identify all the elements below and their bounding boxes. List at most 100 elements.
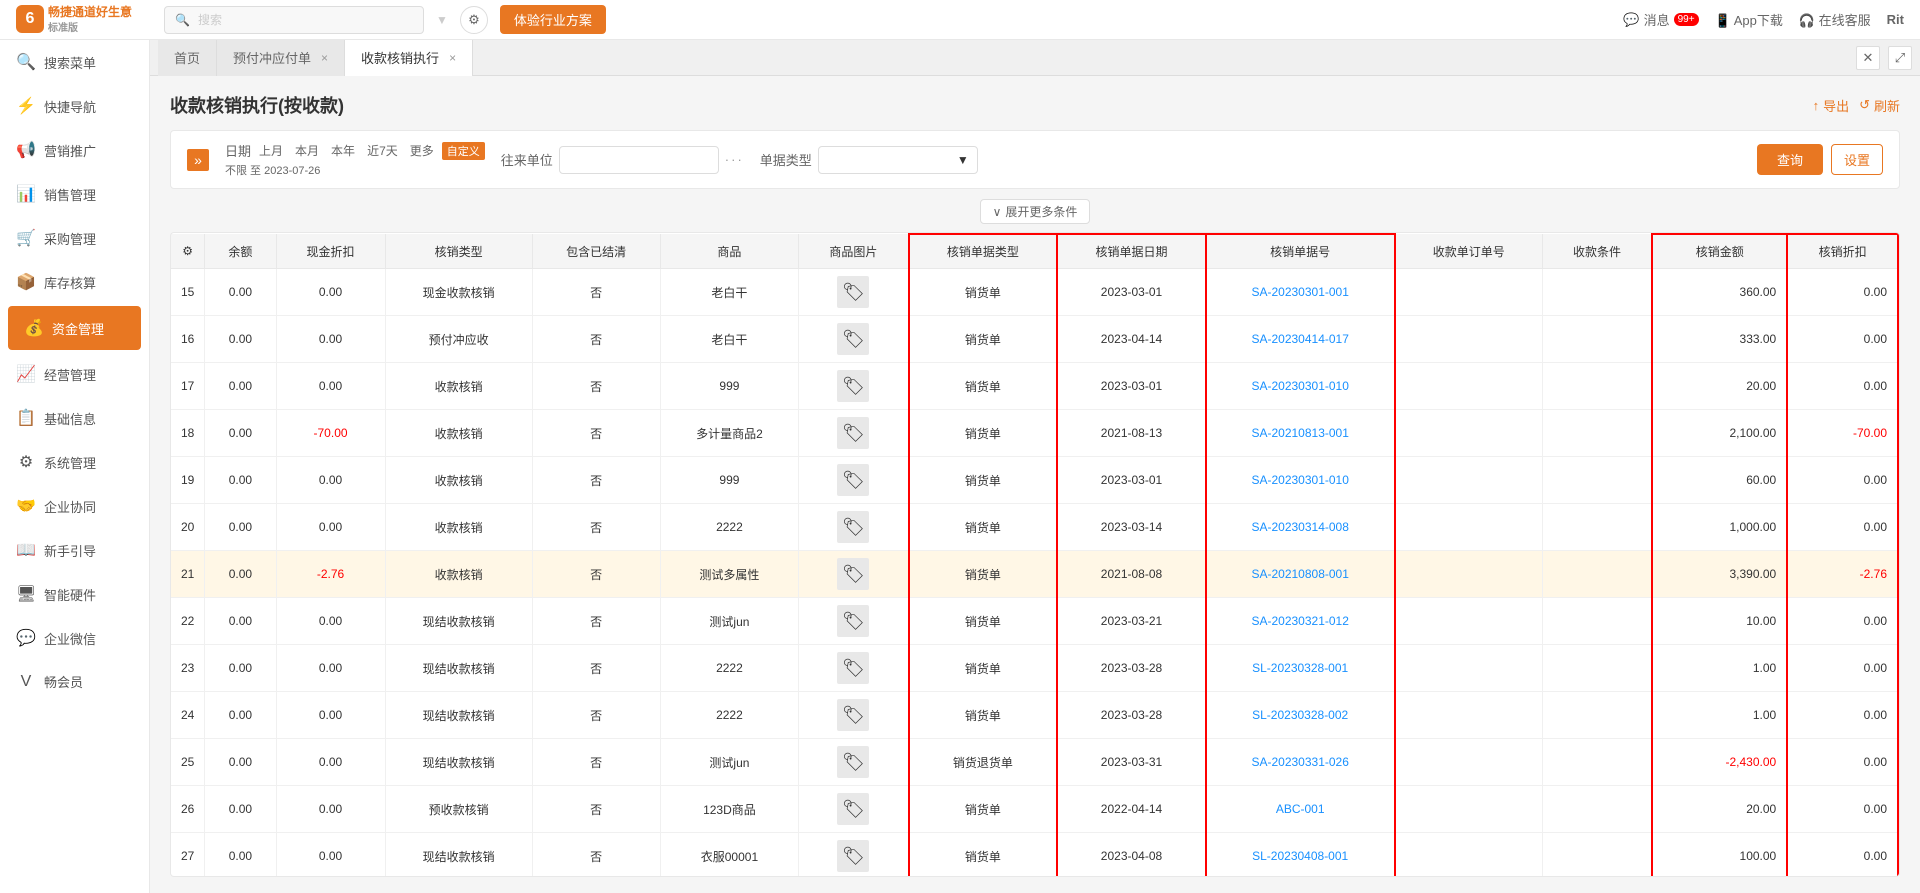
doc-no-link[interactable]: SA-20230301-010	[1251, 379, 1348, 393]
table-row[interactable]: 23 0.00 0.00 现结收款核销 否 2222 🏷 销货单 2023-03…	[171, 645, 1898, 692]
filter-7days[interactable]: 近7天	[363, 141, 402, 160]
table-row[interactable]: 16 0.00 0.00 预付冲应收 否 老白干 🏷 销货单 2023-04-1…	[171, 316, 1898, 363]
query-button[interactable]: 查询	[1757, 144, 1823, 175]
cell-balance: 0.00	[205, 598, 276, 645]
sidebar-item-销售管理[interactable]: 📊销售管理	[0, 172, 149, 216]
tab-verify[interactable]: 收款核销执行 ×	[345, 40, 473, 76]
user-name[interactable]: Rit	[1887, 12, 1904, 27]
cell-doc-no[interactable]: SL-20230328-002	[1206, 692, 1395, 739]
tab-close-all[interactable]: ✕	[1856, 46, 1880, 70]
cell-doc-no[interactable]: SL-20230408-001	[1206, 833, 1395, 878]
cell-receipt-cond	[1542, 269, 1652, 316]
export-button[interactable]: ↑ 导出	[1813, 96, 1850, 115]
cell-doc-no[interactable]: SA-20230414-017	[1206, 316, 1395, 363]
prepayment-tab-close[interactable]: ×	[321, 51, 328, 65]
sidebar-item-系统管理[interactable]: ⚙系统管理	[0, 440, 149, 484]
table-row[interactable]: 20 0.00 0.00 收款核销 否 2222 🏷 销货单 2023-03-1…	[171, 504, 1898, 551]
cell-doc-no[interactable]: SA-20210813-001	[1206, 410, 1395, 457]
doc-no-link[interactable]: SA-20230414-017	[1251, 332, 1348, 346]
phone-icon: 📱	[1715, 13, 1731, 28]
table-row[interactable]: 21 0.00 -2.76 收款核销 否 测试多属性 🏷 销货单 2021-08…	[171, 551, 1898, 598]
sidebar-item-搜索菜单[interactable]: 🔍搜索菜单	[0, 40, 149, 84]
doc-no-link[interactable]: SA-20230331-026	[1251, 755, 1348, 769]
table-container[interactable]: ⚙ 余额 现金折扣 核销类型 包含已结清 商品 商品图片 核销单据类型 核销单据…	[170, 232, 1900, 877]
table-row[interactable]: 15 0.00 0.00 现金收款核销 否 老白干 🏷 销货单 2023-03-…	[171, 269, 1898, 316]
cell-no: 24	[171, 692, 205, 739]
refresh-button[interactable]: ↺ 刷新	[1859, 96, 1900, 115]
sidebar-item-营销推广[interactable]: 📢营销推广	[0, 128, 149, 172]
cell-doc-no[interactable]: SL-20230328-001	[1206, 645, 1395, 692]
table-row[interactable]: 18 0.00 -70.00 收款核销 否 多计量商品2 🏷 销货单 2021-…	[171, 410, 1898, 457]
settings-icon[interactable]: ⚙	[460, 6, 488, 34]
tab-prepayment[interactable]: 预付冲应付单 ×	[217, 40, 345, 76]
home-tab-label: 首页	[174, 48, 200, 67]
doc-no-link[interactable]: SA-20230314-008	[1251, 520, 1348, 534]
partner-input[interactable]	[559, 146, 719, 174]
order-type-select[interactable]: ▼	[818, 146, 978, 174]
app-download[interactable]: 📱 App下载	[1715, 10, 1783, 29]
sidebar-item-新手引导[interactable]: 📖新手引导	[0, 528, 149, 572]
cell-receipt-cond	[1542, 786, 1652, 833]
cell-doc-no[interactable]: SA-20230301-010	[1206, 363, 1395, 410]
app-logo: 6 畅捷通道好生意 标准版	[16, 5, 132, 34]
sidebar-item-畅会员[interactable]: V畅会员	[0, 660, 149, 703]
doc-no-link[interactable]: SL-20230328-001	[1252, 661, 1348, 675]
verify-tab-close[interactable]: ×	[449, 51, 456, 65]
doc-no-link[interactable]: SL-20230328-002	[1252, 708, 1348, 722]
cell-balance: 0.00	[205, 504, 276, 551]
table-row[interactable]: 25 0.00 0.00 现结收款核销 否 测试jun 🏷 销货退货单 2023…	[171, 739, 1898, 786]
sidebar-item-经营管理[interactable]: 📈经营管理	[0, 352, 149, 396]
cell-doc-no[interactable]: SA-20230301-001	[1206, 269, 1395, 316]
notification-area[interactable]: 💬 消息 99+	[1623, 10, 1698, 29]
sidebar-label: 新手引导	[44, 541, 96, 560]
order-type-label: 单据类型	[760, 150, 812, 169]
filter-this-month[interactable]: 本月	[291, 141, 323, 160]
expand-more-button[interactable]: ∨ 展开更多条件	[980, 199, 1091, 224]
cell-cash-discount: 0.00	[276, 598, 385, 645]
filter-this-year[interactable]: 本年	[327, 141, 359, 160]
doc-no-link[interactable]: SL-20230408-001	[1252, 849, 1348, 863]
sidebar-label: 采购管理	[44, 229, 96, 248]
table-row[interactable]: 22 0.00 0.00 现结收款核销 否 测试jun 🏷 销货单 2023-0…	[171, 598, 1898, 645]
doc-no-link[interactable]: SA-20230301-001	[1251, 285, 1348, 299]
cell-cash-discount: 0.00	[276, 504, 385, 551]
solution-button[interactable]: 体验行业方案	[500, 5, 606, 34]
sidebar-item-采购管理[interactable]: 🛒采购管理	[0, 216, 149, 260]
online-service[interactable]: 🎧 在线客服	[1799, 10, 1871, 29]
table-row[interactable]: 24 0.00 0.00 现结收款核销 否 2222 🏷 销货单 2023-03…	[171, 692, 1898, 739]
filter-last-month[interactable]: 上月	[255, 141, 287, 160]
filter-expand-button[interactable]: »	[187, 149, 209, 171]
doc-no-link[interactable]: SA-20230301-010	[1251, 473, 1348, 487]
filter-custom[interactable]: 自定义	[442, 142, 485, 160]
cell-doc-no[interactable]: SA-20230321-012	[1206, 598, 1395, 645]
sidebar-item-智能硬件[interactable]: 🖥智能硬件	[0, 572, 149, 616]
cell-doc-no[interactable]: SA-20230314-008	[1206, 504, 1395, 551]
sidebar-item-资金管理[interactable]: 💰资金管理	[8, 306, 141, 350]
cell-doc-no[interactable]: SA-20230331-026	[1206, 739, 1395, 786]
doc-no-link[interactable]: SA-20210808-001	[1251, 567, 1348, 581]
dropdown-trigger[interactable]: ▼	[436, 13, 448, 27]
sidebar-item-快捷导航[interactable]: ⚡快捷导航	[0, 84, 149, 128]
cell-doc-no[interactable]: SA-20230301-010	[1206, 457, 1395, 504]
sidebar-item-基础信息[interactable]: 📋基础信息	[0, 396, 149, 440]
table-row[interactable]: 26 0.00 0.00 预收款核销 否 123D商品 🏷 销货单 2022-0…	[171, 786, 1898, 833]
doc-no-link[interactable]: SA-20230321-012	[1251, 614, 1348, 628]
tab-home[interactable]: 首页	[158, 40, 217, 76]
sidebar-item-企业协同[interactable]: 🤝企业协同	[0, 484, 149, 528]
sidebar-item-库存核算[interactable]: 📦库存核算	[0, 260, 149, 304]
filter-more[interactable]: 更多	[406, 141, 438, 160]
doc-no-link[interactable]: SA-20210813-001	[1251, 426, 1348, 440]
cell-receipt-cond	[1542, 692, 1652, 739]
tab-expand[interactable]: ⤢	[1888, 46, 1912, 70]
cell-doc-date: 2023-03-01	[1057, 457, 1206, 504]
table-row[interactable]: 27 0.00 0.00 现结收款核销 否 衣服00001 🏷 销货单 2023…	[171, 833, 1898, 878]
doc-no-link[interactable]: ABC-001	[1276, 802, 1325, 816]
cell-doc-no[interactable]: SA-20210808-001	[1206, 551, 1395, 598]
filter-setting-button[interactable]: 设置	[1831, 144, 1883, 175]
table-row[interactable]: 17 0.00 0.00 收款核销 否 999 🏷 销货单 2023-03-01…	[171, 363, 1898, 410]
page-header: 收款核销执行(按收款) ↑ 导出 ↺ 刷新	[170, 92, 1900, 118]
cell-cash-discount: 0.00	[276, 645, 385, 692]
sidebar-item-企业微信[interactable]: 💬企业微信	[0, 616, 149, 660]
cell-doc-no[interactable]: ABC-001	[1206, 786, 1395, 833]
table-row[interactable]: 19 0.00 0.00 收款核销 否 999 🏷 销货单 2023-03-01…	[171, 457, 1898, 504]
